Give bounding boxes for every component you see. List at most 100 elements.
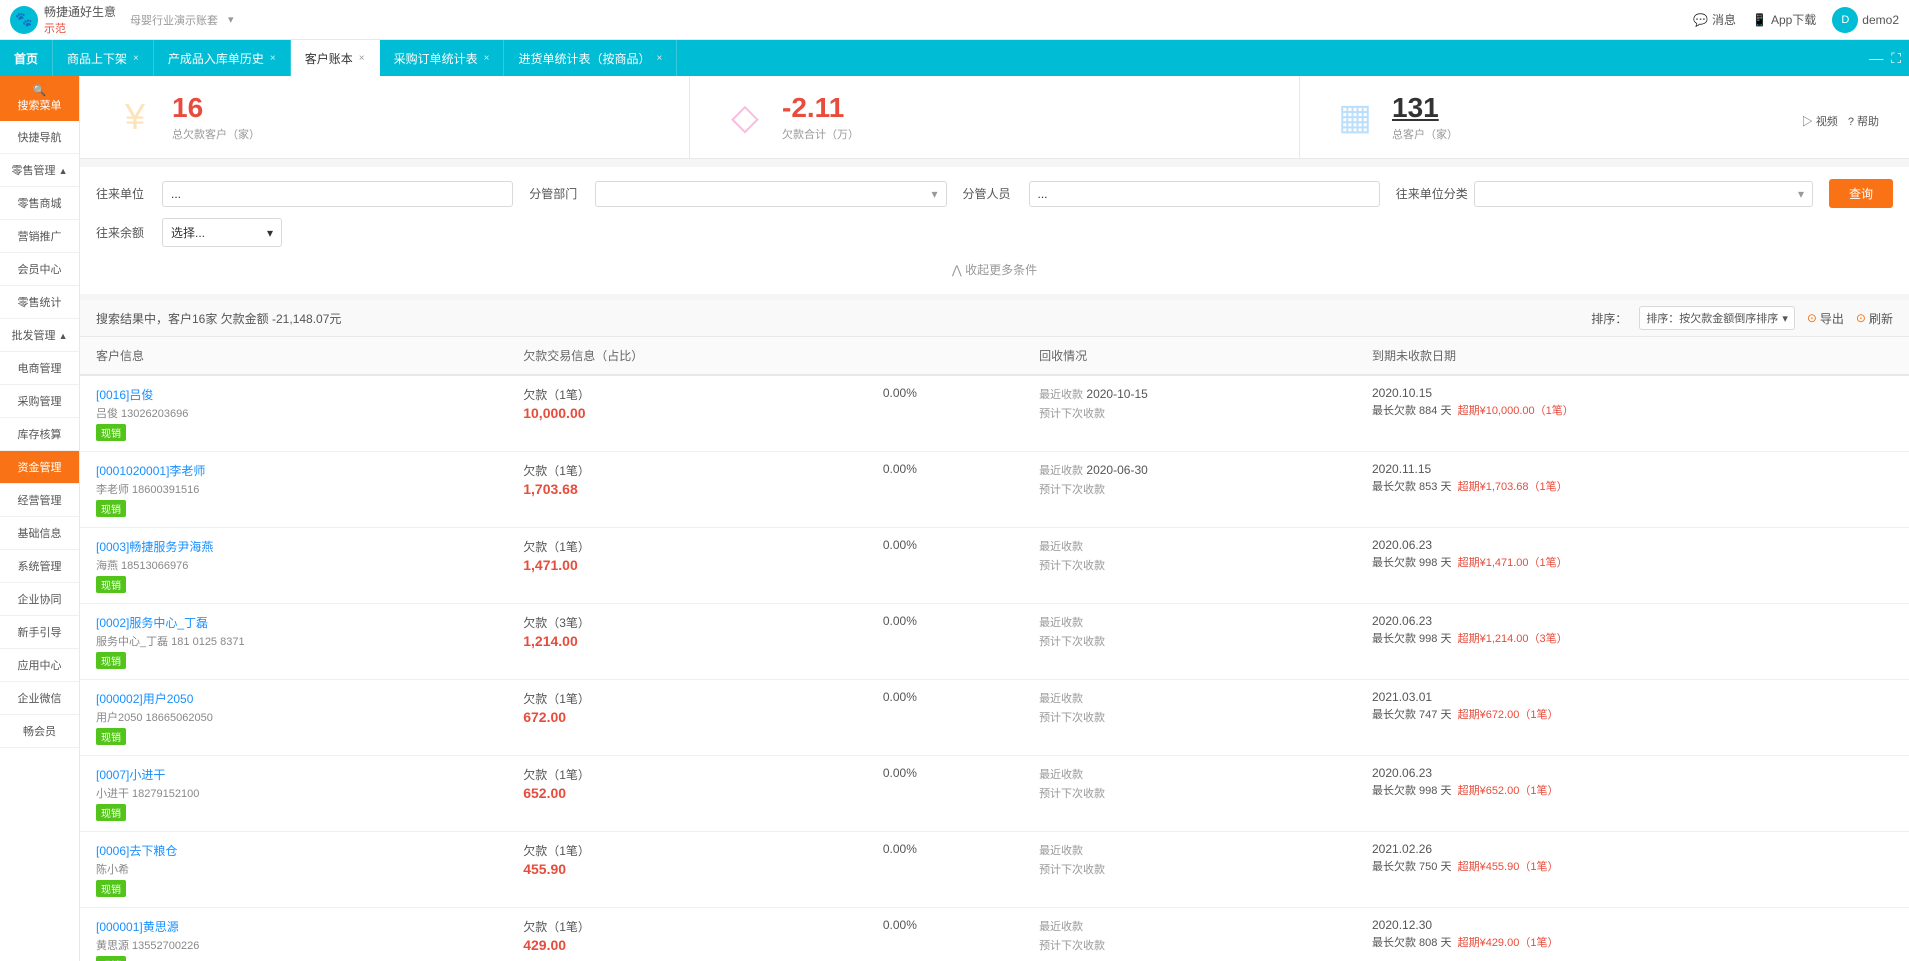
debt-amount-3[interactable]: 1,214.00 [523,633,851,649]
refresh-btn[interactable]: ⊙ 刷新 [1856,310,1893,327]
sidebar: 🔍 搜索菜单 快捷导航 零售管理 ▲ 零售商城 营销推广 会员中心 零售统计 批… [0,76,80,961]
debt-count-2: 欠款（1笔） [523,538,851,555]
overdue-date-4: 2021.03.01 [1372,690,1893,704]
debt-amount-1[interactable]: 1,703.68 [523,481,851,497]
sidebar-item-enterprise-coop[interactable]: 企业协同 [0,583,79,616]
collection-info-2: 最近收款 [1039,538,1340,554]
cell-customer-4: [000002]用户2050 用户2050 18665062050 现销 [80,680,507,756]
customer-name-6[interactable]: [0006]去下粮仓 [96,842,491,859]
next-collect-4: 预计下次收款 [1039,709,1340,725]
sidebar-quick-nav-label: 快捷导航 [18,132,62,144]
nav-right-icons[interactable]: — ⛶ [1869,50,1909,67]
customer-name-7[interactable]: [000001]黄思源 [96,918,491,935]
overdue-link-0[interactable]: 超期¥10,000.00（1笔） [1458,405,1574,417]
customer-tag-3: 现销 [96,652,126,669]
user-menu[interactable]: D demo2 [1832,7,1899,33]
sidebar-item-sys-mgmt[interactable]: 系统管理 [0,550,79,583]
tab-customer-account-label: 客户账本 [305,50,353,67]
table-row: [0002]服务中心_丁磊 服务中心_丁磊 181 0125 8371 现销 欠… [80,604,1909,680]
help-btn[interactable]: ? 帮助 [1848,113,1879,129]
tab-customer-account[interactable]: 客户账本 × [291,40,380,76]
customer-name-4[interactable]: [000002]用户2050 [96,690,491,707]
sort-select[interactable]: 排序：按欠款金额倒序排序 ▾ [1639,306,1795,330]
sidebar-item-member-center[interactable]: 会员中心 [0,253,79,286]
stats-row: ¥ 16 总欠款客户（家） ◇ -2.11 欠款合计（万） ▦ 131 总客户（… [80,76,1909,159]
overdue-days-7: 最长欠款 808 天 超期¥429.00（1笔） [1372,934,1893,950]
sidebar-item-ecommerce[interactable]: 电商管理 [0,352,79,385]
debt-amount-0[interactable]: 10,000.00 [523,405,851,421]
debt-amount-6[interactable]: 455.90 [523,861,851,877]
sidebar-item-operation[interactable]: 经营管理 [0,484,79,517]
sidebar-item-new-guide[interactable]: 新手引导 [0,616,79,649]
overdue-link-5[interactable]: 超期¥652.00（1笔） [1458,785,1559,797]
customer-name-3[interactable]: [0002]服务中心_丁磊 [96,614,491,631]
overdue-link-2[interactable]: 超期¥1,471.00（1笔） [1458,557,1568,569]
app-download-btn[interactable]: 📱 App下载 [1752,11,1816,28]
tab-products-close[interactable]: × [133,53,139,64]
customer-tag-1: 现销 [96,500,126,517]
overdue-link-3[interactable]: 超期¥1,214.00（3笔） [1458,633,1568,645]
balance-select[interactable]: 选择... ▾ [162,218,282,247]
sidebar-item-purchase[interactable]: 采购管理 [0,385,79,418]
next-collect-1: 预计下次收款 [1039,481,1340,497]
debt-amount-2[interactable]: 1,471.00 [523,557,851,573]
debt-amount-5[interactable]: 652.00 [523,785,851,801]
sidebar-search[interactable]: 🔍 搜索菜单 [0,76,79,121]
download-icon: 📱 [1752,13,1767,27]
collapse-icon: ⋀ [952,263,962,277]
tab-inventory-stats[interactable]: 进货单统计表（按商品） × [504,40,677,76]
search-button[interactable]: 查询 [1829,179,1893,208]
sidebar-item-retail-mall[interactable]: 零售商城 [0,187,79,220]
overdue-link-4[interactable]: 超期¥672.00（1笔） [1458,709,1559,721]
overdue-days-5: 最长欠款 998 天 超期¥652.00（1笔） [1372,782,1893,798]
sidebar-item-retail-mgmt[interactable]: 零售管理 ▲ [0,154,79,187]
sidebar-item-finance[interactable]: 资金管理 [0,451,79,484]
nav-maximize-icon[interactable]: ⛶ [1891,50,1901,67]
message-btn[interactable]: 💬 消息 [1693,11,1736,28]
tab-home[interactable]: 首页 [0,40,53,76]
filter-person-label: 分管人员 [963,185,1023,202]
cell-debt-6: 欠款（1笔） 455.90 [507,832,867,908]
sidebar-item-inventory[interactable]: 库存核算 [0,418,79,451]
overdue-link-6[interactable]: 超期¥455.90（1笔） [1458,861,1559,873]
dept-select[interactable]: ▾ [595,181,946,207]
video-btn[interactable]: ▷ 视频 [1802,113,1838,129]
collect-date-1: 2020-06-30 [1086,463,1147,477]
tab-purchase-order[interactable]: 采购订单统计表 × [380,40,505,76]
debt-amount-7[interactable]: 429.00 [523,937,851,953]
sidebar-item-marketing[interactable]: 营销推广 [0,220,79,253]
tab-purchase-order-close[interactable]: × [484,53,490,64]
tab-production[interactable]: 产成品入库单历史 × [154,40,291,76]
customer-name-0[interactable]: [0016]吕俊 [96,386,491,403]
sidebar-item-enterprise-wx[interactable]: 企业微信 [0,682,79,715]
industry-dropdown-icon[interactable]: ▾ [228,13,234,26]
table-row: [0007]小进干 小进干 18279152100 现销 欠款（1笔） 652.… [80,756,1909,832]
tab-customer-account-close[interactable]: × [359,53,365,64]
debt-amount-4[interactable]: 672.00 [523,709,851,725]
collapse-row[interactable]: ⋀ 收起更多条件 [96,257,1893,282]
overdue-link-7[interactable]: 超期¥429.00（1笔） [1458,937,1559,949]
sidebar-item-member-vip[interactable]: 畅会员 [0,715,79,748]
overdue-link-1[interactable]: 超期¥1,703.68（1笔） [1458,481,1568,493]
sidebar-item-quick-nav[interactable]: 快捷导航 [0,121,79,154]
nav-minimize-icon[interactable]: — [1869,50,1883,66]
debt-percent-4: 0.00% [883,690,1007,704]
sidebar-item-batch-mgmt[interactable]: 批发管理 ▲ [0,319,79,352]
customer-name-5[interactable]: [0007]小进干 [96,766,491,783]
stat-card-debt-amount: ◇ -2.11 欠款合计（万） [690,76,1300,158]
export-btn[interactable]: ⊙ 导出 [1807,310,1844,327]
sidebar-item-basic-info[interactable]: 基础信息 [0,517,79,550]
customer-name-1[interactable]: [0001020001]李老师 [96,462,491,479]
person-input[interactable]: ... [1029,181,1380,207]
unit-category-select[interactable]: ▾ [1474,181,1813,207]
from-unit-input[interactable]: ... [162,181,513,207]
sidebar-item-retail-stats[interactable]: 零售统计 [0,286,79,319]
cell-debt-1: 欠款（1笔） 1,703.68 [507,452,867,528]
tab-inventory-stats-close[interactable]: × [656,53,662,64]
logo-text: 畅捷通好生意 [44,3,116,20]
sidebar-item-app-center[interactable]: 应用中心 [0,649,79,682]
tab-production-close[interactable]: × [270,53,276,64]
tab-products[interactable]: 商品上下架 × [53,40,154,76]
stat-top-right: ▷ 视频 ? 帮助 [1802,105,1879,129]
customer-name-2[interactable]: [0003]畅捷服务尹海燕 [96,538,491,555]
